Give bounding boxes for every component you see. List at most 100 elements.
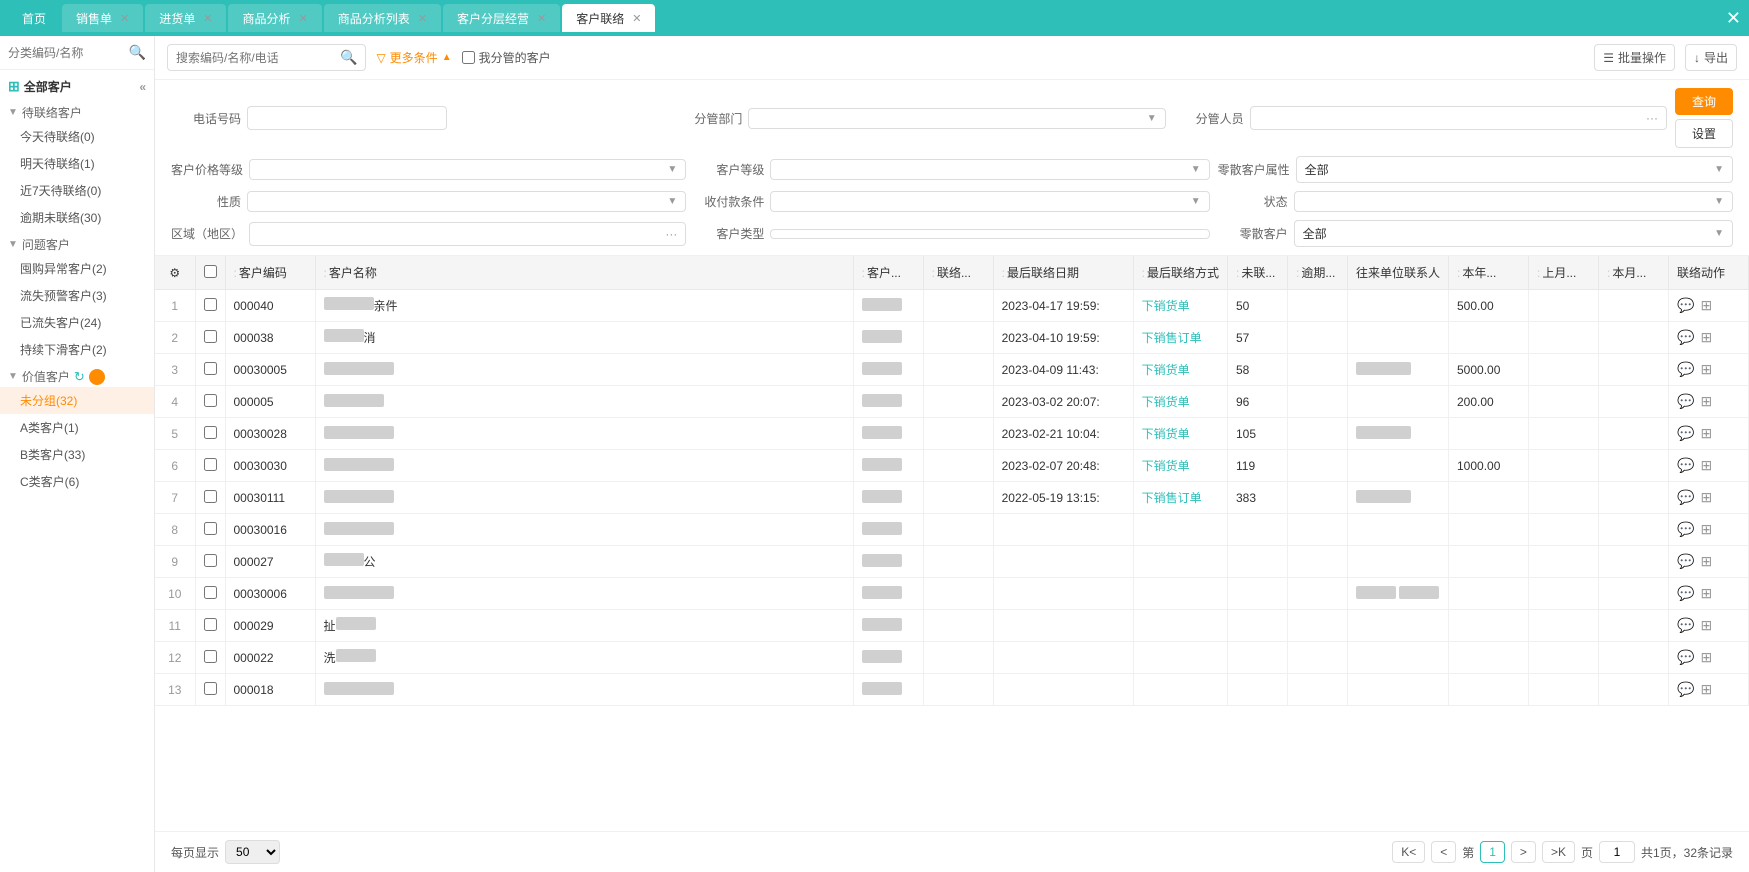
- grid-action-icon[interactable]: ⊞: [1700, 393, 1712, 410]
- sidebar-item-unclassified[interactable]: 未分组(32): [0, 387, 154, 414]
- sidebar-item-churned[interactable]: 已流失客户(24): [0, 309, 154, 336]
- method-link[interactable]: 下销货单: [1142, 395, 1190, 409]
- close-icon[interactable]: ✕: [299, 12, 308, 25]
- chat-icon[interactable]: 💬: [1677, 585, 1694, 602]
- per-page-select[interactable]: 50 100 200: [225, 840, 280, 864]
- all-customers-header[interactable]: ⊞ 全部客户 «: [0, 70, 154, 99]
- retail-customer-select[interactable]: 全部 ▼: [1294, 220, 1733, 247]
- chat-icon[interactable]: 💬: [1677, 457, 1694, 474]
- tab-customer-contact[interactable]: 客户联络 ✕: [562, 4, 655, 32]
- pending-group[interactable]: ▼ 待联络客户: [0, 99, 154, 123]
- row-checkbox[interactable]: [204, 426, 217, 439]
- method-link[interactable]: 下销货单: [1142, 363, 1190, 377]
- tab-product-analysis[interactable]: 商品分析 ✕: [228, 4, 321, 32]
- sidebar-item-abnormal[interactable]: 囤购异常客户(2): [0, 255, 154, 282]
- row-checkbox[interactable]: [204, 362, 217, 375]
- window-close-button[interactable]: ✕: [1726, 8, 1741, 29]
- collapse-icon[interactable]: «: [139, 80, 146, 94]
- my-customers-check[interactable]: [462, 51, 475, 64]
- row-checkbox[interactable]: [204, 490, 217, 503]
- first-page-button[interactable]: K<: [1392, 841, 1425, 863]
- payment-select[interactable]: ▼: [770, 191, 1209, 212]
- prev-page-button[interactable]: <: [1431, 841, 1456, 863]
- grid-action-icon[interactable]: ⊞: [1700, 617, 1712, 634]
- grid-action-icon[interactable]: ⊞: [1700, 489, 1712, 506]
- chat-icon[interactable]: 💬: [1677, 489, 1694, 506]
- region-select[interactable]: ···: [249, 222, 686, 246]
- close-icon[interactable]: ✕: [203, 12, 212, 25]
- last-page-button[interactable]: >K: [1542, 841, 1575, 863]
- sidebar-item-today-pending[interactable]: 今天待联络(0): [0, 123, 154, 150]
- grid-action-icon[interactable]: ⊞: [1700, 425, 1712, 442]
- customer-level-select[interactable]: ▼: [770, 159, 1209, 180]
- problem-group[interactable]: ▼ 问题客户: [0, 231, 154, 255]
- tab-customer-segment[interactable]: 客户分层经营 ✕: [443, 4, 560, 32]
- sidebar-item-overdue-pending[interactable]: 逾期未联络(30): [0, 204, 154, 231]
- row-checkbox[interactable]: [204, 298, 217, 311]
- method-link[interactable]: 下销货单: [1142, 459, 1190, 473]
- method-link[interactable]: 下销货单: [1142, 299, 1190, 313]
- tab-home[interactable]: 首页: [8, 4, 60, 32]
- row-checkbox[interactable]: [204, 682, 217, 695]
- phone-input[interactable]: [247, 106, 447, 130]
- sidebar-item-tomorrow-pending[interactable]: 明天待联络(1): [0, 150, 154, 177]
- chat-icon[interactable]: 💬: [1677, 297, 1694, 314]
- row-checkbox[interactable]: [204, 522, 217, 535]
- gender-select[interactable]: ▼: [247, 191, 686, 212]
- batch-ops-button[interactable]: ☰ 批量操作: [1594, 44, 1675, 71]
- chat-icon[interactable]: 💬: [1677, 649, 1694, 666]
- export-button[interactable]: ↓ 导出: [1685, 44, 1737, 71]
- sidebar-search-input[interactable]: [8, 46, 125, 60]
- grid-action-icon[interactable]: ⊞: [1700, 361, 1712, 378]
- method-link[interactable]: 下销售订单: [1142, 331, 1202, 345]
- grid-action-icon[interactable]: ⊞: [1700, 649, 1712, 666]
- my-customers-checkbox[interactable]: 我分管的客户: [462, 49, 551, 66]
- chat-icon[interactable]: 💬: [1677, 553, 1694, 570]
- search-icon[interactable]: 🔍: [340, 49, 357, 66]
- sidebar-search-icon[interactable]: 🔍: [129, 44, 146, 61]
- tab-purchase[interactable]: 进货单 ✕: [145, 4, 226, 32]
- sidebar-item-churn-warning[interactable]: 流失预警客户(3): [0, 282, 154, 309]
- close-icon[interactable]: ✕: [632, 12, 641, 25]
- grid-action-icon[interactable]: ⊞: [1700, 457, 1712, 474]
- search-input[interactable]: [176, 51, 336, 65]
- page-jump-input[interactable]: [1599, 841, 1635, 863]
- chat-icon[interactable]: 💬: [1677, 329, 1694, 346]
- chat-icon[interactable]: 💬: [1677, 681, 1694, 698]
- chat-icon[interactable]: 💬: [1677, 617, 1694, 634]
- close-icon[interactable]: ✕: [537, 12, 546, 25]
- grid-action-icon[interactable]: ⊞: [1700, 681, 1712, 698]
- th-settings[interactable]: ⚙: [155, 256, 195, 290]
- close-icon[interactable]: ✕: [120, 12, 129, 25]
- row-checkbox[interactable]: [204, 618, 217, 631]
- status-select[interactable]: ▼: [1294, 191, 1733, 212]
- chat-icon[interactable]: 💬: [1677, 393, 1694, 410]
- sidebar-item-class-b[interactable]: B类客户(33): [0, 441, 154, 468]
- more-conditions-button[interactable]: ▽ 更多条件 ▲: [376, 49, 451, 66]
- grid-action-icon[interactable]: ⊞: [1700, 585, 1712, 602]
- query-button[interactable]: 查询: [1675, 88, 1733, 115]
- grid-action-icon[interactable]: ⊞: [1700, 553, 1712, 570]
- retail-attr-select[interactable]: 全部 ▼: [1296, 156, 1733, 183]
- row-checkbox[interactable]: [204, 458, 217, 471]
- reset-button[interactable]: 设置: [1675, 119, 1733, 148]
- settings-icon[interactable]: ⚙: [169, 266, 180, 280]
- dept-select[interactable]: ▼: [748, 108, 1165, 129]
- refresh-icon[interactable]: ↻: [74, 369, 85, 385]
- customer-type-select[interactable]: [770, 229, 1209, 239]
- sidebar-item-declining[interactable]: 持续下滑客户(2): [0, 336, 154, 363]
- chat-icon[interactable]: 💬: [1677, 361, 1694, 378]
- next-page-button[interactable]: >: [1511, 841, 1536, 863]
- staff-select[interactable]: ···: [1250, 106, 1667, 130]
- grid-action-icon[interactable]: ⊞: [1700, 297, 1712, 314]
- close-icon[interactable]: ✕: [418, 12, 427, 25]
- chat-icon[interactable]: 💬: [1677, 521, 1694, 538]
- grid-action-icon[interactable]: ⊞: [1700, 329, 1712, 346]
- row-checkbox[interactable]: [204, 554, 217, 567]
- row-checkbox[interactable]: [204, 586, 217, 599]
- sidebar-item-class-c[interactable]: C类客户(6): [0, 468, 154, 495]
- row-checkbox[interactable]: [204, 650, 217, 663]
- tab-sales[interactable]: 销售单 ✕: [62, 4, 143, 32]
- chat-icon[interactable]: 💬: [1677, 425, 1694, 442]
- price-level-select[interactable]: ▼: [249, 159, 686, 180]
